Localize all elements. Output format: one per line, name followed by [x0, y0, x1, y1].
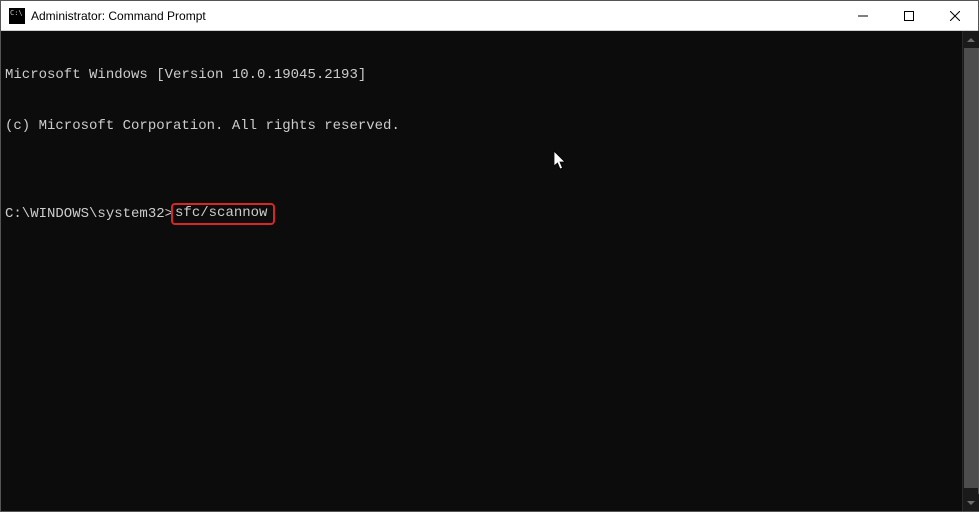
chevron-up-icon	[967, 38, 975, 42]
scroll-thumb[interactable]	[964, 48, 978, 488]
mouse-cursor-icon	[554, 117, 621, 205]
chevron-down-icon	[967, 501, 975, 505]
close-button[interactable]	[932, 1, 978, 30]
scroll-up-button[interactable]	[963, 31, 979, 48]
close-icon	[950, 11, 960, 21]
command-text: sfc/scannow	[175, 205, 267, 221]
command-highlight: sfc/scannow	[171, 203, 275, 225]
command-prompt-window: Administrator: Command Prompt Microsoft …	[0, 0, 979, 512]
terminal-area: Microsoft Windows [Version 10.0.19045.21…	[1, 31, 978, 511]
prompt-line: C:\WINDOWS\system32>sfc/scannow	[5, 203, 958, 225]
version-line: Microsoft Windows [Version 10.0.19045.21…	[5, 67, 958, 84]
window-controls	[840, 1, 978, 30]
maximize-button[interactable]	[886, 1, 932, 30]
minimize-button[interactable]	[840, 1, 886, 30]
cmd-icon	[9, 8, 25, 24]
terminal[interactable]: Microsoft Windows [Version 10.0.19045.21…	[1, 31, 962, 511]
vertical-scrollbar[interactable]	[962, 31, 978, 511]
prompt-path: C:\WINDOWS\system32>	[5, 206, 173, 223]
maximize-icon	[904, 11, 914, 21]
copyright-line: (c) Microsoft Corporation. All rights re…	[5, 118, 958, 135]
window-title: Administrator: Command Prompt	[31, 9, 206, 23]
minimize-icon	[858, 11, 868, 21]
scroll-down-button[interactable]	[963, 494, 979, 511]
titlebar[interactable]: Administrator: Command Prompt	[1, 1, 978, 31]
